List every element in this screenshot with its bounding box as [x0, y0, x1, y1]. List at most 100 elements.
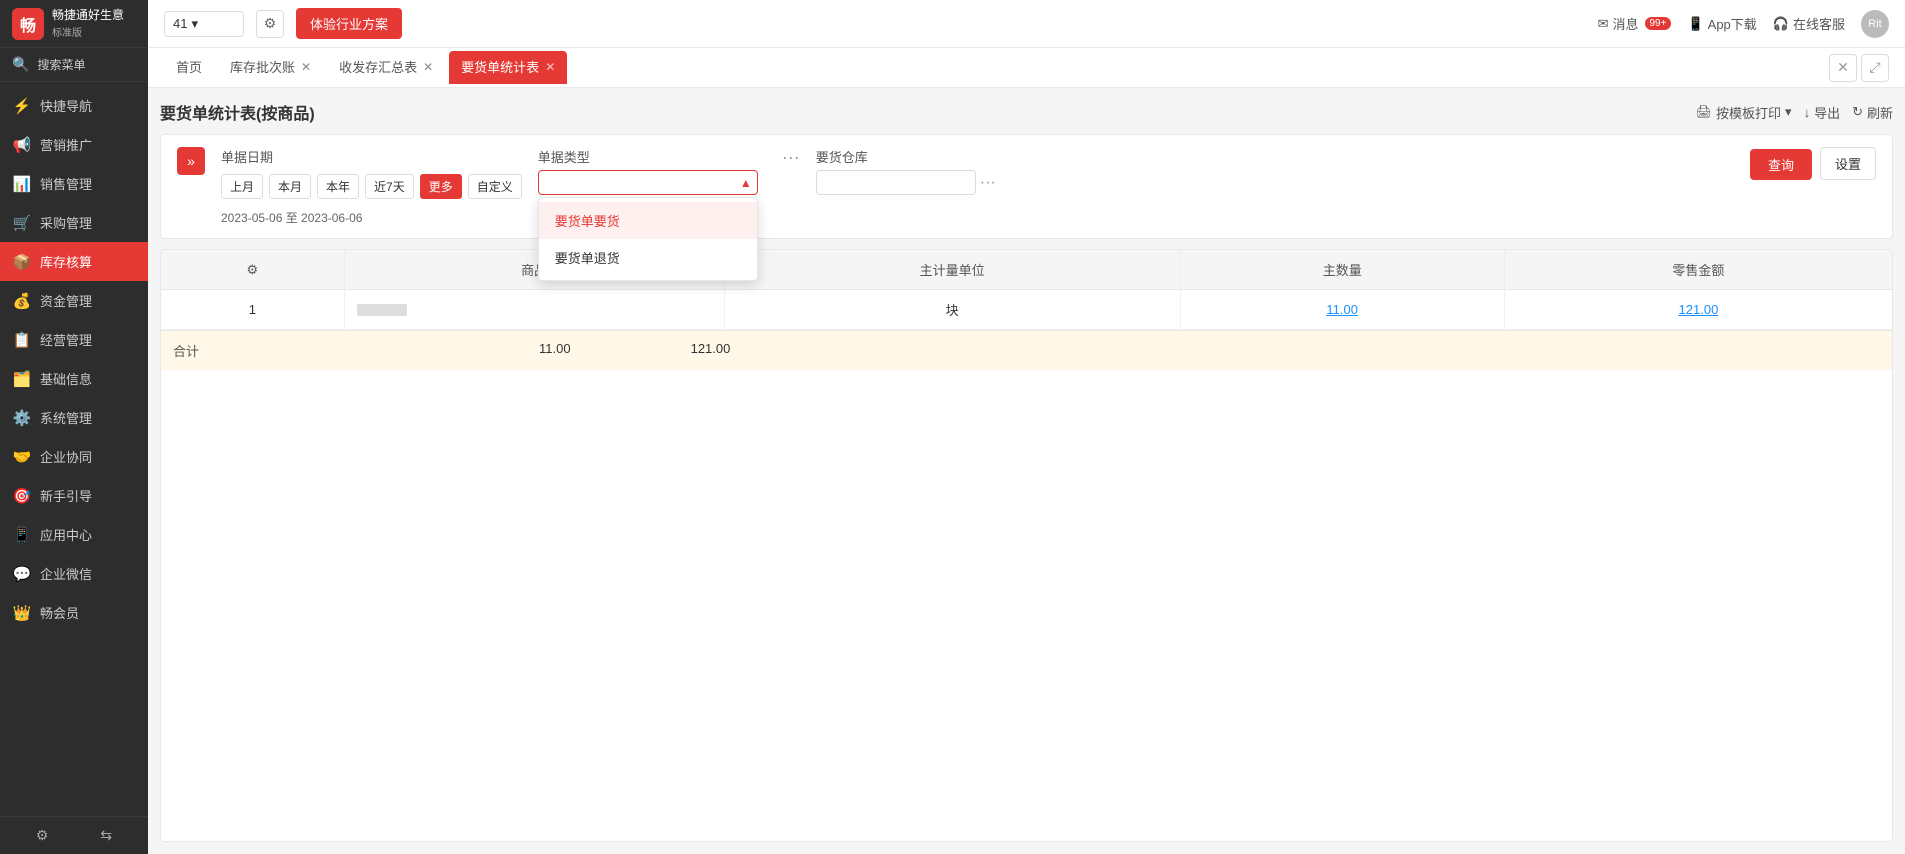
- basic-icon: 🗂️: [12, 370, 32, 388]
- col-unit: 主计量单位: [724, 250, 1180, 290]
- print-button[interactable]: 🖨 按模板打印 ▾: [1696, 103, 1792, 122]
- vip-icon: 👑: [12, 604, 32, 622]
- sidebar-item-finance[interactable]: 💰 资金管理: [0, 281, 148, 320]
- refresh-icon: ↻: [1852, 104, 1863, 120]
- page-header: 要货单统计表(按商品) 🖨 按模板打印 ▾ ↓ 导出 ↻ 刷新: [160, 100, 1893, 124]
- footer-qty: 11.00: [539, 341, 571, 360]
- sidebar-item-shortcut[interactable]: ⚡ 快捷导航: [0, 86, 148, 125]
- sidebar-item-wechat[interactable]: 💬 企业微信: [0, 554, 148, 593]
- tab-close-receivable[interactable]: ✕: [423, 60, 433, 74]
- user-avatar[interactable]: Rit: [1861, 10, 1889, 38]
- table-footer: 合计 11.00 121.00: [161, 330, 1892, 370]
- inventory-icon: 📦: [12, 253, 32, 271]
- sidebar-item-label: 畅会员: [40, 603, 136, 622]
- sidebar-search[interactable]: 🔍 搜索菜单: [0, 48, 148, 82]
- tab-home[interactable]: 首页: [164, 51, 214, 84]
- settings-bottom-icon[interactable]: ⚙: [36, 827, 49, 844]
- tabbar: 首页 库存批次账 ✕ 收发存汇总表 ✕ 要货单统计表 ✕ ✕ ⤢: [148, 48, 1905, 88]
- filter-date-group: 单据日期 上月 本月 本年 近7天 更多 自定义 2023-05-06 至 20…: [221, 147, 522, 226]
- filter-more-icon[interactable]: ···: [782, 147, 800, 168]
- online-service-button[interactable]: 🎧 在线客服: [1773, 14, 1845, 33]
- filter-expand-button[interactable]: »: [177, 147, 205, 175]
- sidebar-nav: ⚡ 快捷导航 📢 营销推广 📊 销售管理 🛒 采购管理 📦 库存核算 💰 资金管…: [0, 82, 148, 816]
- store-selector[interactable]: 41 ▾: [164, 11, 244, 37]
- filter-type-label: 单据类型: [538, 147, 758, 166]
- sidebar-search-label: 搜索菜单: [37, 56, 85, 73]
- close-all-button[interactable]: ✕: [1829, 54, 1857, 82]
- table-settings-icon[interactable]: ⚙: [247, 262, 259, 277]
- sidebar-item-guide[interactable]: 🎯 新手引导: [0, 476, 148, 515]
- tab-close-order-stat[interactable]: ✕: [545, 60, 555, 74]
- industry-button[interactable]: 体验行业方案: [296, 8, 402, 39]
- row-num: 1: [161, 290, 344, 330]
- logo-name: 畅捷通好生意: [52, 8, 124, 24]
- filter-warehouse-label: 要货仓库: [816, 147, 996, 166]
- print-icon: 🖨: [1696, 104, 1713, 120]
- sidebar-item-marketing[interactable]: 📢 营销推广: [0, 125, 148, 164]
- expand-tab-button[interactable]: ⤢: [1861, 54, 1889, 82]
- sidebar-item-label: 销售管理: [40, 174, 136, 193]
- filter-btn-year[interactable]: 本年: [317, 174, 359, 199]
- filter-date-row: 上月 本月 本年 近7天 更多 自定义: [221, 174, 522, 199]
- sidebar-item-enterprise[interactable]: 🤝 企业协同: [0, 437, 148, 476]
- filter-type-input-wrap: ▲: [538, 170, 758, 195]
- tab-batch[interactable]: 库存批次账 ✕: [218, 51, 323, 84]
- filter-warehouse-input-wrap: ···: [816, 170, 996, 195]
- query-button[interactable]: 查询: [1750, 149, 1812, 180]
- warehouse-dots-icon[interactable]: ···: [980, 174, 996, 192]
- system-icon: ⚙️: [12, 409, 32, 427]
- sidebar-item-apps[interactable]: 📱 应用中心: [0, 515, 148, 554]
- dropdown-item-return[interactable]: 要货单退货: [539, 239, 757, 276]
- business-icon: 📋: [12, 331, 32, 349]
- amount-link[interactable]: 121.00: [1679, 302, 1719, 317]
- app-download-button[interactable]: 📱 App下载: [1687, 14, 1756, 33]
- tab-close-batch[interactable]: ✕: [301, 60, 311, 74]
- filter-btn-hot[interactable]: 更多: [420, 174, 462, 199]
- sidebar-item-inventory[interactable]: 📦 库存核算: [0, 242, 148, 281]
- filter-btn-custom[interactable]: 自定义: [468, 174, 522, 199]
- data-table: ⚙ 商品 主计量单位 主数量 零售金额 1: [161, 250, 1892, 330]
- export-button[interactable]: ↓ 导出: [1804, 103, 1841, 122]
- col-settings: ⚙: [161, 250, 344, 290]
- footer-amount: 121.00: [691, 341, 731, 360]
- filter-warehouse-field[interactable]: [816, 170, 976, 195]
- messages-button[interactable]: ✉ 消息 99+: [1598, 14, 1672, 33]
- sidebar-item-purchase[interactable]: 🛒 采购管理: [0, 203, 148, 242]
- sidebar-item-system[interactable]: ⚙️ 系统管理: [0, 398, 148, 437]
- expand-right-icon: »: [187, 153, 195, 169]
- filter-btn-curr[interactable]: 本月: [269, 174, 311, 199]
- dropdown-item-order[interactable]: 要货单要货: [539, 202, 757, 239]
- filter-btn-week[interactable]: 近7天: [365, 174, 414, 199]
- sidebar-item-vip[interactable]: 👑 畅会员: [0, 593, 148, 632]
- qty-link[interactable]: 11.00: [1326, 302, 1358, 317]
- type-dropdown: 要货单要货 要货单退货: [538, 197, 758, 281]
- sidebar-logo: 畅 畅捷通好生意 标准版: [0, 0, 148, 48]
- tab-receivable[interactable]: 收发存汇总表 ✕: [327, 51, 445, 84]
- sidebar-item-label: 采购管理: [40, 213, 136, 232]
- sidebar-item-business[interactable]: 📋 经营管理: [0, 320, 148, 359]
- row-qty: 11.00: [1180, 290, 1504, 330]
- store-number: 41: [173, 16, 187, 31]
- table-row: 1 块 11.00 121.00: [161, 290, 1892, 330]
- collapse-icon[interactable]: ⇆: [100, 827, 112, 844]
- sidebar-item-basic[interactable]: 🗂️ 基础信息: [0, 359, 148, 398]
- filter-type-field[interactable]: [538, 170, 758, 195]
- export-icon: ↓: [1804, 105, 1811, 120]
- filter-date-label: 单据日期: [221, 147, 273, 166]
- filter-settings-button[interactable]: 设置: [1820, 147, 1876, 180]
- sidebar-bottom: ⚙ ⇆: [0, 816, 148, 854]
- tab-order-stat[interactable]: 要货单统计表 ✕: [449, 51, 567, 84]
- refresh-button[interactable]: ↻ 刷新: [1852, 103, 1893, 122]
- sidebar-item-label: 经营管理: [40, 330, 136, 349]
- chevron-up-icon[interactable]: ▲: [740, 176, 752, 190]
- sidebar-item-label: 库存核算: [40, 252, 136, 271]
- col-amount: 零售金额: [1504, 250, 1892, 290]
- main-area: 41 ▾ ⚙ 体验行业方案 ✉ 消息 99+ 📱 App下载 🎧 在线客服: [148, 0, 1905, 854]
- filter-date-range: 2023-05-06 至 2023-06-06: [221, 209, 362, 226]
- filter-btn-prev[interactable]: 上月: [221, 174, 263, 199]
- sidebar-item-label: 应用中心: [40, 525, 136, 544]
- wechat-icon: 💬: [12, 565, 32, 583]
- sidebar-item-sales[interactable]: 📊 销售管理: [0, 164, 148, 203]
- topbar-settings-button[interactable]: ⚙: [256, 10, 284, 38]
- product-bar: [357, 304, 407, 316]
